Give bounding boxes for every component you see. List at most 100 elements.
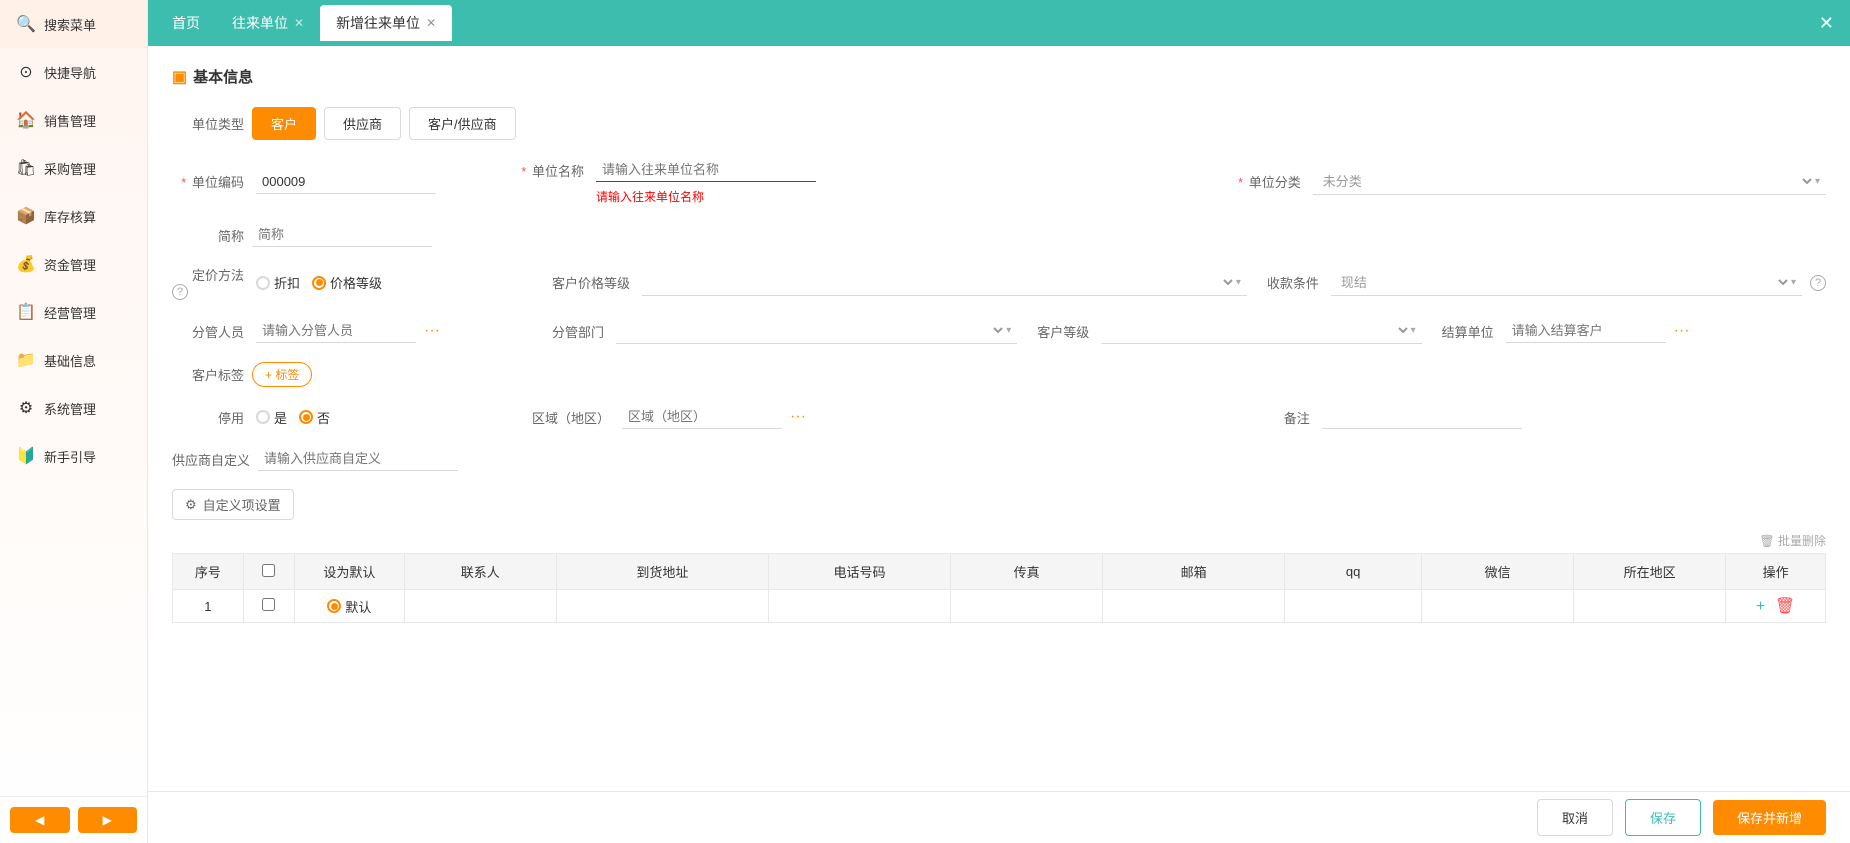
sidebar-item-basicinfo[interactable]: 📁 基础信息	[0, 336, 147, 384]
unit-info-row: * 单位编码 * 单位名称 请输入往来单位名称	[172, 158, 1826, 205]
notes-label: 备注	[1238, 408, 1318, 427]
payment-terms-select[interactable]: 现结 ▾	[1331, 270, 1802, 296]
save-button[interactable]: 保存	[1625, 799, 1701, 836]
sidebar-item-system[interactable]: ⚙ 系统管理	[0, 384, 147, 432]
sidebar-item-label: 基础信息	[44, 351, 96, 370]
phone-input[interactable]	[810, 599, 910, 614]
tab-partners[interactable]: 往来单位 ✕	[216, 5, 320, 41]
save-new-button[interactable]: 保存并新增	[1713, 800, 1826, 835]
unit-type-both[interactable]: 客户/供应商	[409, 107, 516, 140]
custom-settings-btn[interactable]: ⚙ 自定义项设置	[172, 489, 294, 520]
region-input[interactable]	[1610, 599, 1690, 614]
settlement-unit-col: 结算单位 ···	[1422, 319, 1826, 343]
gear-icon: ⚙	[185, 497, 197, 513]
cell-checkbox	[243, 590, 294, 623]
sidebar-bottom: ◀ ▶	[0, 796, 147, 843]
col-contact: 联系人	[404, 554, 556, 590]
table-row: 1 默认	[173, 590, 1826, 623]
footer: 取消 保存 保存并新增	[148, 791, 1850, 843]
col-default: 设为默认	[294, 554, 404, 590]
tab-home[interactable]: 首页	[156, 5, 216, 41]
short-name-label: 简称	[172, 226, 252, 245]
add-tag-btn[interactable]: + 标签	[252, 362, 312, 387]
radio-price-level[interactable]: 价格等级	[312, 273, 382, 292]
sidebar-item-quicknav[interactable]: ⊙ 快捷导航	[0, 48, 147, 96]
customer-level-label: 客户等级	[1017, 322, 1097, 341]
sidebar-item-purchase[interactable]: 🛍 采购管理	[0, 144, 147, 192]
address-input[interactable]	[602, 599, 722, 614]
pricing-method-col: 定价方法 ? 折扣 价格等级	[172, 265, 552, 300]
col-email: 邮箱	[1103, 554, 1285, 590]
settlement-unit-label: 结算单位	[1422, 322, 1502, 341]
unit-code-label: * 单位编码	[172, 172, 252, 191]
department-select[interactable]: ▾	[616, 318, 1017, 344]
cell-email	[1103, 590, 1285, 623]
row-checkbox[interactable]	[262, 598, 275, 611]
contact-input[interactable]	[440, 599, 520, 614]
unit-code-input[interactable]	[256, 170, 436, 194]
supplier-custom-label: 供应商自定义	[172, 450, 258, 469]
table-select-all[interactable]	[262, 564, 275, 577]
manager-more-btn[interactable]: ···	[420, 322, 444, 340]
sidebar-expand-btn[interactable]: ▶	[78, 807, 138, 833]
radio-yes-circle	[256, 410, 270, 424]
manager-input[interactable]	[256, 319, 416, 343]
sidebar-collapse-btn[interactable]: ◀	[10, 807, 70, 833]
cell-contact	[404, 590, 556, 623]
manager-col: 分管人员 ···	[172, 319, 532, 343]
cancel-button[interactable]: 取消	[1537, 799, 1613, 836]
col-fax: 传真	[951, 554, 1103, 590]
row-delete-btn[interactable]: 🗑	[1772, 596, 1798, 616]
unit-type-label: 单位类型	[172, 114, 252, 133]
beginner-icon: 🔰	[16, 446, 36, 466]
sidebar-item-finance[interactable]: 💰 资金管理	[0, 240, 147, 288]
customer-level-select[interactable]: ▾	[1101, 318, 1421, 344]
fax-input[interactable]	[987, 599, 1067, 614]
unit-name-input[interactable]	[596, 158, 816, 182]
payment-terms-label: 收款条件	[1247, 273, 1327, 292]
window-close-btn[interactable]: ✕	[1811, 13, 1842, 34]
unit-category-select[interactable]: 未分类 ▾	[1313, 169, 1826, 195]
help-icon2[interactable]: ?	[1810, 275, 1826, 291]
radio-yes[interactable]: 是	[256, 408, 287, 427]
home-icon: ⊙	[16, 62, 36, 82]
sidebar-item-search[interactable]: 🔍 搜索菜单	[0, 0, 147, 48]
col-wechat: 微信	[1422, 554, 1574, 590]
radio-no[interactable]: 否	[299, 408, 330, 427]
unit-type-supplier[interactable]: 供应商	[324, 107, 401, 140]
default-radio[interactable]: 默认	[305, 597, 394, 616]
qq-input[interactable]	[1318, 599, 1388, 614]
sidebar-item-inventory[interactable]: 📦 库存核算	[0, 192, 147, 240]
settlement-unit-more-btn[interactable]: ···	[1670, 322, 1694, 340]
pricing-method-label: 定价方法 ?	[172, 265, 252, 300]
form-content: ▣ 基本信息 单位类型 客户 供应商 客户/供应商 * 单位编码	[148, 46, 1850, 791]
sidebar-item-sales[interactable]: 🏠 销售管理	[0, 96, 147, 144]
unit-type-customer[interactable]: 客户	[252, 107, 316, 140]
area-input[interactable]	[622, 405, 782, 429]
supplier-custom-input[interactable]	[258, 447, 458, 471]
wechat-input[interactable]	[1458, 599, 1538, 614]
row-add-btn[interactable]: +	[1753, 598, 1768, 616]
sidebar-item-beginner[interactable]: 🔰 新手引导	[0, 432, 147, 480]
notes-input[interactable]	[1322, 405, 1522, 429]
col-seq: 序号	[173, 554, 244, 590]
unit-type-group: 客户 供应商 客户/供应商	[252, 107, 516, 140]
cell-action: + 🗑	[1726, 590, 1826, 623]
email-input[interactable]	[1144, 599, 1244, 614]
short-name-input[interactable]	[252, 223, 432, 247]
settlement-unit-input[interactable]	[1506, 319, 1666, 343]
tab-new-partner-close[interactable]: ✕	[426, 16, 436, 30]
customer-price-level-select[interactable]: ▾	[642, 270, 1247, 296]
batch-delete-area[interactable]: 🗑 批量删除	[172, 532, 1826, 549]
sidebar-item-operations[interactable]: 📋 经营管理	[0, 288, 147, 336]
unit-name-label: * 单位名称	[512, 161, 592, 180]
chevron-down-icon5: ▾	[1411, 325, 1416, 336]
help-icon[interactable]: ?	[172, 284, 188, 300]
radio-discount[interactable]: 折扣	[256, 273, 300, 292]
cell-wechat	[1422, 590, 1574, 623]
tab-new-partner[interactable]: 新增往来单位 ✕	[320, 5, 452, 41]
section-title: ▣ 基本信息	[172, 66, 1826, 87]
area-more-btn[interactable]: ···	[786, 408, 810, 426]
tab-partners-close[interactable]: ✕	[294, 16, 304, 30]
customer-level-col: 客户等级 ▾	[1017, 318, 1421, 344]
